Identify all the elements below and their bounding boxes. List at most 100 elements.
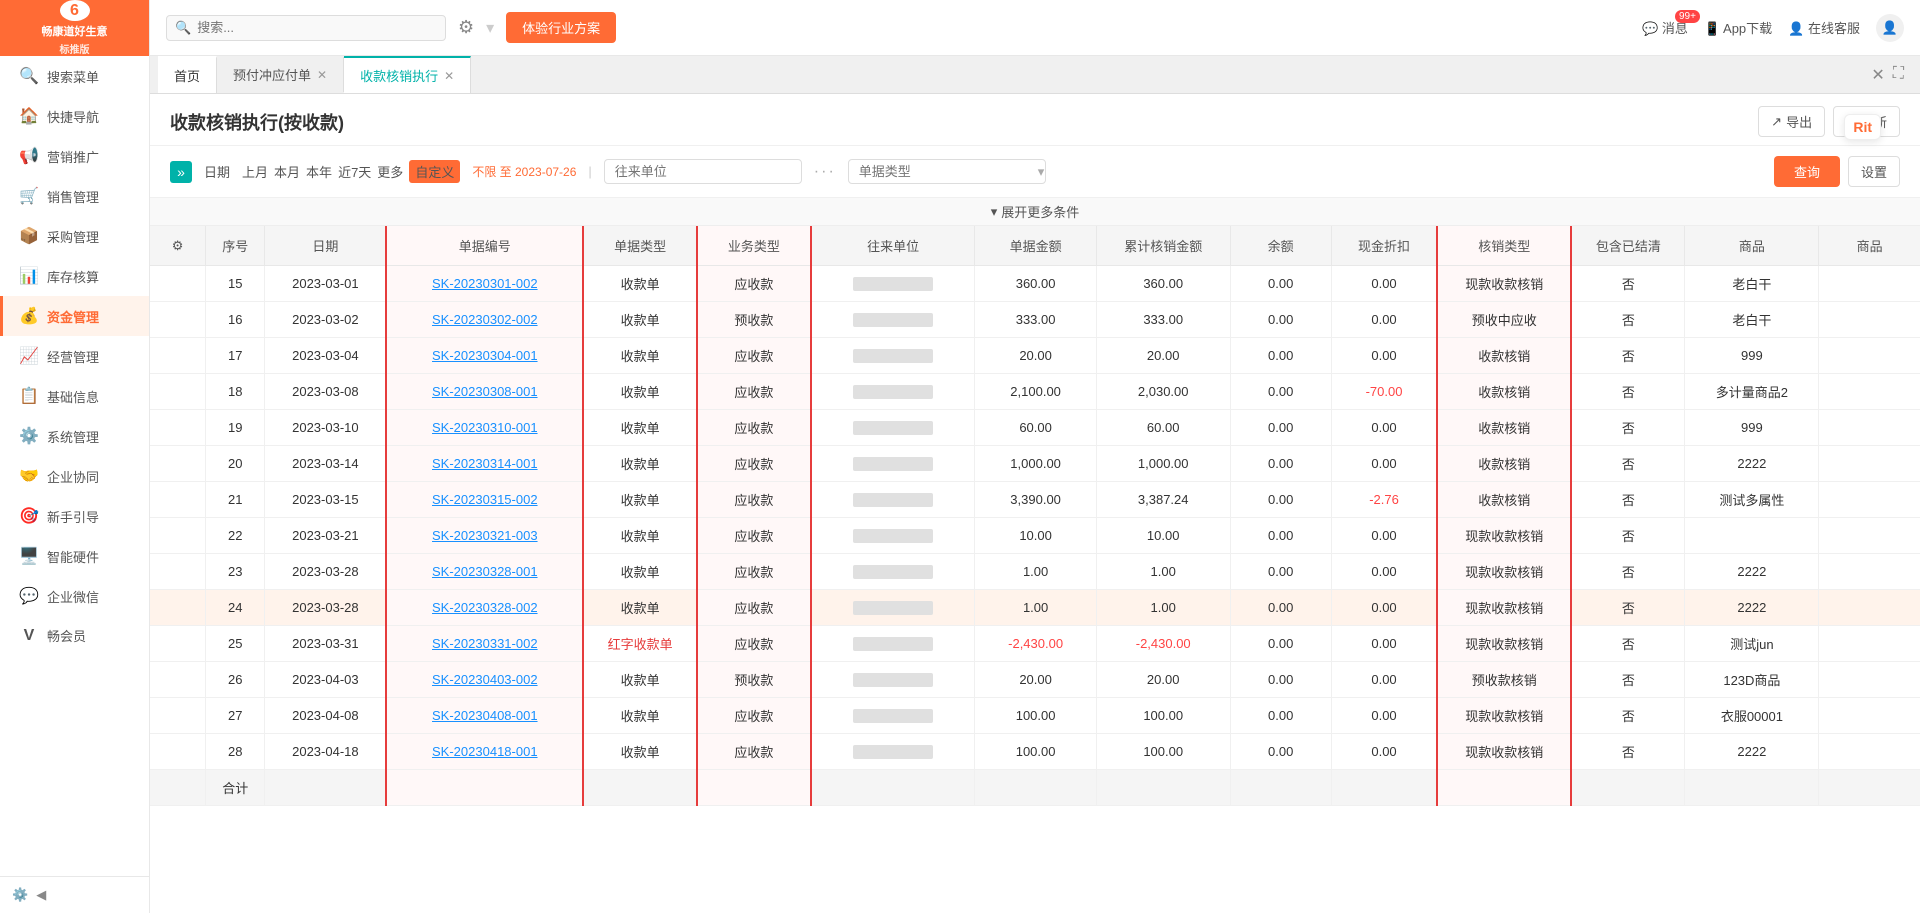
bill-no-link[interactable]: SK-20230328-002 bbox=[386, 590, 583, 626]
date-option-7days[interactable]: 近7天 bbox=[338, 162, 371, 181]
table-cell: 2222 bbox=[1685, 446, 1819, 482]
tab-home[interactable]: 首页 bbox=[158, 56, 217, 93]
sidebar-item-basic[interactable]: 📋 基础信息 bbox=[0, 376, 149, 416]
sidebar-item-enterprise[interactable]: 🤝 企业协同 bbox=[0, 456, 149, 496]
sidebar-item-search[interactable]: 🔍 搜索菜单 bbox=[0, 56, 149, 96]
chevron-down-icon: ▾ bbox=[991, 204, 998, 220]
rit-text: Rit bbox=[1844, 114, 1881, 140]
messages-button[interactable]: 💬 消息 99+ bbox=[1642, 18, 1688, 37]
settings-icon[interactable]: ⚙️ bbox=[12, 887, 28, 903]
settings-button[interactable]: 设置 bbox=[1848, 156, 1900, 187]
product-image-cell bbox=[1819, 482, 1920, 518]
table-container[interactable]: ⚙ 序号 日期 单据编号 单据类型 业务类型 往来单位 单据金额 累计 bbox=[150, 226, 1920, 913]
industry-solution-button[interactable]: 体验行业方案 bbox=[506, 12, 616, 43]
sidebar-item-label: 企业协同 bbox=[47, 467, 99, 486]
table-cell: -2.76 bbox=[1331, 482, 1437, 518]
table-cell: 应收款 bbox=[697, 446, 811, 482]
th-incl-settled: 包含已结清 bbox=[1571, 226, 1685, 266]
home-icon: 🏠 bbox=[19, 106, 39, 126]
expand-more-button[interactable]: ▾ 展开更多条件 bbox=[150, 198, 1920, 226]
sidebar-item-guide[interactable]: 🎯 新手引导 bbox=[0, 496, 149, 536]
table-cell: 999 bbox=[1685, 410, 1819, 446]
sidebar-item-purchase[interactable]: 📦 采购管理 bbox=[0, 216, 149, 256]
bill-no-link[interactable]: SK-20230321-003 bbox=[386, 518, 583, 554]
export-button[interactable]: ↗ 导出 bbox=[1758, 106, 1825, 137]
user-avatar[interactable]: 👤 bbox=[1876, 14, 1904, 42]
bill-no-link[interactable]: SK-20230310-001 bbox=[386, 410, 583, 446]
sidebar-item-label: 新手引导 bbox=[47, 507, 99, 526]
messages-badge: 99+ bbox=[1675, 10, 1700, 23]
bill-no-link[interactable]: SK-20230301-002 bbox=[386, 266, 583, 302]
tab-prepayment[interactable]: 预付冲应付单 ✕ bbox=[217, 57, 344, 92]
online-service-button[interactable]: 👤 在线客服 bbox=[1788, 18, 1860, 37]
bill-no-link[interactable]: SK-20230328-001 bbox=[386, 554, 583, 590]
tab-collection[interactable]: 收款核销执行 ✕ bbox=[344, 56, 471, 93]
table-cell: 0.00 bbox=[1331, 518, 1437, 554]
bill-no-link[interactable]: SK-20230304-001 bbox=[386, 338, 583, 374]
table-cell: 2023-03-14 bbox=[265, 446, 386, 482]
table-cell: 100.00 bbox=[975, 734, 1096, 770]
table-cell: 测试多属性 bbox=[1685, 482, 1819, 518]
tab-maximize-icon[interactable]: ⛶ bbox=[1893, 65, 1904, 85]
query-button[interactable]: 查询 bbox=[1774, 156, 1840, 187]
partner-filter-input[interactable] bbox=[604, 159, 802, 184]
sidebar-item-inventory[interactable]: 📊 库存核算 bbox=[0, 256, 149, 296]
table-cell: 1.00 bbox=[1096, 590, 1230, 626]
th-gear[interactable]: ⚙ bbox=[150, 226, 206, 266]
product-image-cell bbox=[1819, 698, 1920, 734]
tab-close-icon[interactable]: ✕ bbox=[1871, 65, 1884, 85]
date-filter-label: 日期 bbox=[204, 162, 230, 181]
bill-no-link[interactable]: SK-20230408-001 bbox=[386, 698, 583, 734]
tab-collection-close[interactable]: ✕ bbox=[444, 69, 454, 83]
date-option-this-month[interactable]: 本月 bbox=[274, 162, 300, 181]
table-cell: 预收中应收 bbox=[1437, 302, 1571, 338]
topbar-search-input[interactable] bbox=[197, 20, 437, 35]
table-cell: 0.00 bbox=[1230, 446, 1331, 482]
table-cell bbox=[150, 446, 206, 482]
table-cell: 10.00 bbox=[975, 518, 1096, 554]
topbar-right: 💬 消息 99+ 📱 App下载 👤 在线客服 👤 bbox=[1642, 14, 1904, 42]
collapse-icon[interactable]: ◀ bbox=[36, 887, 46, 903]
sidebar-item-hardware[interactable]: 🖥️ 智能硬件 bbox=[0, 536, 149, 576]
bill-no-link[interactable]: SK-20230418-001 bbox=[386, 734, 583, 770]
bill-no-link[interactable]: SK-20230314-001 bbox=[386, 446, 583, 482]
date-custom-button[interactable]: 自定义 bbox=[409, 160, 460, 183]
sidebar-item-sales[interactable]: 🛒 销售管理 bbox=[0, 176, 149, 216]
bill-no-link[interactable]: SK-20230331-002 bbox=[386, 626, 583, 662]
table-cell: 现款收款核销 bbox=[1437, 590, 1571, 626]
sidebar-item-shortcuts[interactable]: 🏠 快捷导航 bbox=[0, 96, 149, 136]
bill-no-link[interactable]: SK-20230308-001 bbox=[386, 374, 583, 410]
table-row: 252023-03-31SK-20230331-002红字收款单应收款-2,43… bbox=[150, 626, 1920, 662]
date-options: 上月 本月 本年 近7天 更多 自定义 bbox=[242, 160, 460, 183]
member-icon: V bbox=[19, 627, 39, 645]
table-cell: 否 bbox=[1571, 338, 1685, 374]
logo-text: 畅康道好生意 bbox=[42, 23, 108, 39]
sidebar-item-system[interactable]: ⚙️ 系统管理 bbox=[0, 416, 149, 456]
bill-type-filter-input[interactable] bbox=[848, 159, 1046, 184]
bill-no-link[interactable]: SK-20230403-002 bbox=[386, 662, 583, 698]
date-option-this-year[interactable]: 本年 bbox=[306, 162, 332, 181]
sidebar-item-label: 基础信息 bbox=[47, 387, 99, 406]
table-cell: 18 bbox=[206, 374, 265, 410]
sidebar-item-finance[interactable]: 💰 资金管理 bbox=[0, 296, 149, 336]
gear-icon[interactable]: ⚙ bbox=[458, 17, 474, 38]
sidebar-item-member[interactable]: V 畅会员 bbox=[0, 616, 149, 655]
table-cell: 收款单 bbox=[583, 338, 697, 374]
tab-prepayment-close[interactable]: ✕ bbox=[317, 68, 327, 82]
table-cell: 2023-03-28 bbox=[265, 590, 386, 626]
filter-toggle-button[interactable]: » bbox=[170, 161, 192, 183]
filter-dots[interactable]: ··· bbox=[814, 163, 836, 181]
sidebar-item-wechat[interactable]: 💬 企业微信 bbox=[0, 576, 149, 616]
bill-no-link[interactable]: SK-20230315-002 bbox=[386, 482, 583, 518]
sidebar-item-operation[interactable]: 📈 经营管理 bbox=[0, 336, 149, 376]
app-download-button[interactable]: 📱 App下载 bbox=[1704, 18, 1772, 37]
table-cell bbox=[150, 734, 206, 770]
table-cell: 否 bbox=[1571, 662, 1685, 698]
date-option-last-month[interactable]: 上月 bbox=[242, 162, 268, 181]
gear-settings-icon[interactable]: ⚙ bbox=[172, 238, 184, 253]
bill-no-link[interactable]: SK-20230302-002 bbox=[386, 302, 583, 338]
table-cell: 0.00 bbox=[1331, 626, 1437, 662]
date-option-more[interactable]: 更多 bbox=[377, 162, 403, 181]
sidebar-item-marketing[interactable]: 📢 营销推广 bbox=[0, 136, 149, 176]
enterprise-icon: 🤝 bbox=[19, 466, 39, 486]
